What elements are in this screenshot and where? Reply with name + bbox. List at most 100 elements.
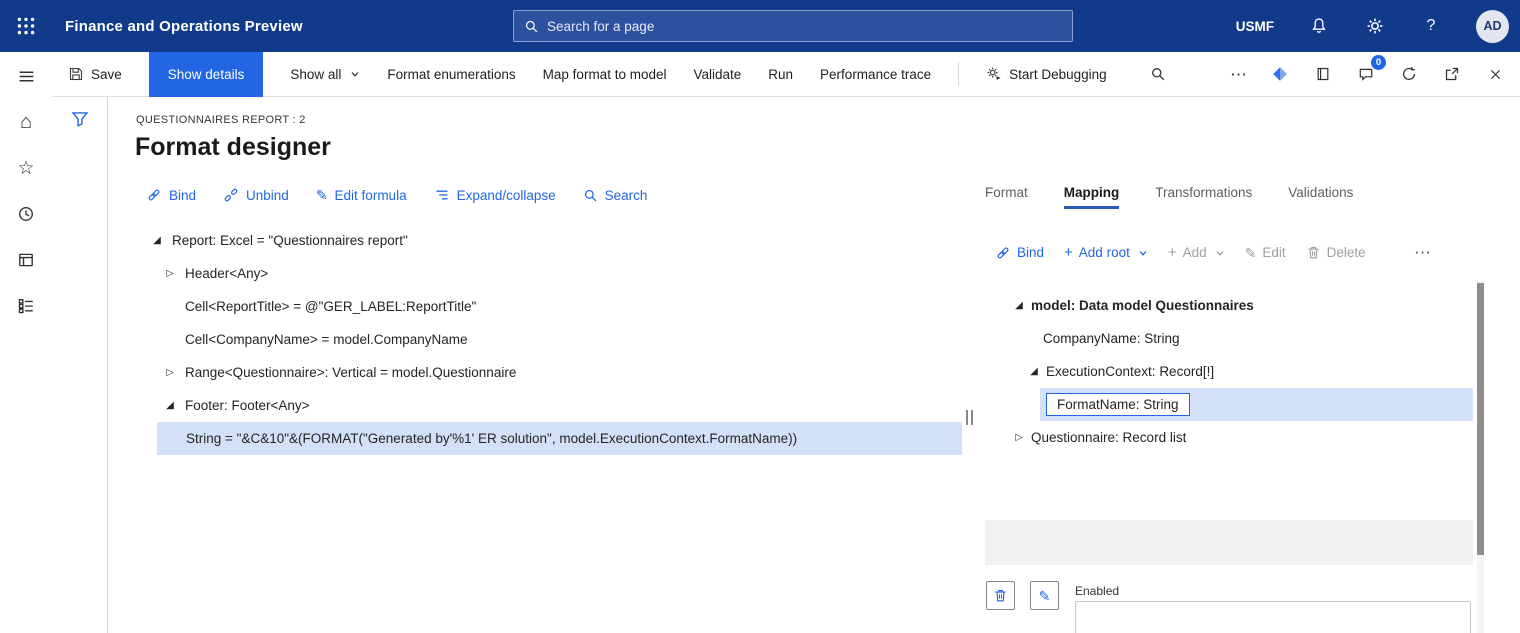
chevron-down-icon [1215, 248, 1225, 258]
map-format-to-model-button[interactable]: Map format to model [543, 67, 667, 82]
tab-transformations[interactable]: Transformations [1155, 185, 1252, 209]
tab-validations[interactable]: Validations [1288, 185, 1353, 209]
expanded-caret-icon[interactable]: ◢ [1028, 367, 1040, 377]
run-button[interactable]: Run [768, 67, 793, 82]
page-search-input[interactable] [547, 19, 1062, 34]
notifications-bell-icon[interactable] [1308, 15, 1330, 37]
format-tree-scrollbar[interactable] [966, 410, 973, 425]
user-avatar[interactable]: AD [1476, 10, 1509, 43]
save-icon [68, 66, 84, 82]
edit-button[interactable]: ✎ Edit [1245, 245, 1286, 260]
debug-gear-icon [986, 66, 1002, 82]
bind-link-icon [995, 245, 1011, 261]
home-icon[interactable]: ⌂ [20, 112, 32, 132]
format-node-label: Cell<CompanyName> = model.CompanyName [185, 332, 468, 347]
detail-delete-button[interactable] [986, 581, 1015, 610]
app-title: Finance and Operations Preview [65, 18, 303, 35]
help-guide-book-icon[interactable] [1312, 63, 1334, 85]
filter-funnel-icon[interactable] [71, 110, 89, 128]
add-label: Add [1183, 245, 1207, 260]
collapsed-caret-icon[interactable]: ▷ [163, 368, 177, 378]
format-tree-row[interactable]: ▷ Header<Any> [109, 257, 979, 290]
bind-link[interactable]: Bind [146, 187, 196, 203]
format-enumerations-button[interactable]: Format enumerations [387, 67, 515, 82]
detail-actions: ✎ [986, 581, 1059, 610]
expanded-caret-icon[interactable]: ◢ [1013, 301, 1025, 311]
model-tree-row-selected[interactable]: FormatName: String [1040, 388, 1473, 421]
model-node-label: Questionnaire: Record list [1031, 430, 1186, 445]
workspaces-form-icon[interactable] [17, 250, 35, 270]
recent-clock-icon[interactable] [17, 204, 35, 224]
save-button[interactable]: Save [68, 66, 122, 82]
show-details-button[interactable]: Show details [149, 52, 264, 97]
pencil-icon: ✎ [1039, 589, 1051, 603]
format-tree-row-selected[interactable]: String = "&C&10"&(FORMAT("Generated by'%… [157, 422, 962, 455]
trash-icon [993, 588, 1008, 603]
performance-trace-button[interactable]: Performance trace [820, 67, 931, 82]
format-tree-row[interactable]: ◢ Footer: Footer<Any> [109, 389, 979, 422]
mapping-more-commands-icon[interactable]: ⋯ [1414, 244, 1432, 261]
page-search-box[interactable] [513, 10, 1073, 42]
edit-formula-link[interactable]: ✎ Edit formula [316, 188, 407, 203]
model-tree-row[interactable]: CompanyName: String [985, 322, 1473, 355]
scrollbar-thumb[interactable] [1477, 283, 1484, 555]
tree-search-label: Search [605, 188, 648, 203]
unbind-link[interactable]: Unbind [223, 187, 289, 203]
format-tree-row[interactable]: ▷ Range<Questionnaire>: Vertical = model… [109, 356, 979, 389]
selected-node-box[interactable]: FormatName: String [1046, 393, 1190, 416]
model-tree-row[interactable]: ◢ model: Data model Questionnaires [985, 289, 1473, 322]
format-tree-row[interactable]: Cell<ReportTitle> = @"GER_LABEL:ReportTi… [109, 290, 979, 323]
help-question-icon[interactable]: ? [1420, 15, 1442, 37]
delete-label: Delete [1327, 245, 1366, 260]
more-commands-icon[interactable]: ⋯ [1230, 66, 1248, 83]
validate-button[interactable]: Validate [693, 67, 741, 82]
action-pane-divider [958, 62, 959, 86]
topbar-right-cluster: USMF ? AD [1236, 0, 1509, 52]
expand-collapse-link[interactable]: Expand/collapse [434, 187, 556, 203]
tab-mapping[interactable]: Mapping [1064, 185, 1120, 209]
app-launcher-waffle-icon[interactable] [0, 0, 52, 52]
show-all-dropdown[interactable]: Show all [290, 67, 360, 82]
refresh-icon[interactable] [1398, 63, 1420, 85]
modules-hierarchy-icon[interactable] [17, 296, 35, 316]
format-node-label: String = "&C&10"&(FORMAT("Generated by'%… [186, 431, 797, 446]
model-tree-row[interactable]: ▷ Questionnaire: Record list [985, 421, 1473, 454]
expanded-caret-icon[interactable]: ◢ [150, 236, 164, 246]
add-root-dropdown[interactable]: + Add root [1064, 245, 1148, 260]
mapping-more-wrapper: ⋯ [1414, 244, 1432, 261]
format-node-label: Report: Excel = "Questionnaires report" [172, 233, 408, 248]
tree-search-link[interactable]: Search [583, 188, 648, 203]
model-node-label: CompanyName: String [1043, 331, 1180, 346]
favorites-star-icon[interactable]: ☆ [17, 158, 34, 178]
add-dropdown[interactable]: + Add [1168, 245, 1225, 260]
format-tree-row[interactable]: ◢ Report: Excel = "Questionnaires report… [109, 224, 979, 257]
start-debugging-button[interactable]: Start Debugging [986, 66, 1107, 82]
format-tree-row[interactable]: Cell<CompanyName> = model.CompanyName [109, 323, 979, 356]
tab-format[interactable]: Format [985, 185, 1028, 209]
mapping-bind-link[interactable]: Bind [995, 245, 1044, 261]
nav-hamburger-icon[interactable] [18, 66, 35, 86]
add-root-label: Add root [1079, 245, 1130, 260]
settings-gear-icon[interactable] [1364, 15, 1386, 37]
expanded-caret-icon[interactable]: ◢ [163, 401, 177, 411]
detail-edit-button[interactable]: ✎ [1030, 581, 1059, 610]
model-tree-row[interactable]: ◢ ExecutionContext: Record[!] [985, 355, 1473, 388]
collapsed-caret-icon[interactable]: ▷ [1013, 433, 1025, 443]
details-separator-block [985, 520, 1473, 565]
collapsed-caret-icon[interactable]: ▷ [163, 269, 177, 279]
open-in-new-window-icon[interactable] [1441, 63, 1463, 85]
delete-button[interactable]: Delete [1306, 245, 1366, 260]
task-recorder-icon[interactable] [1269, 63, 1291, 85]
format-node-label: Range<Questionnaire>: Vertical = model.Q… [185, 365, 516, 380]
company-selector[interactable]: USMF [1236, 19, 1274, 34]
save-label: Save [91, 67, 122, 82]
app-window: Finance and Operations Preview USMF [0, 0, 1520, 633]
expand-collapse-label: Expand/collapse [457, 188, 556, 203]
close-icon[interactable] [1484, 63, 1506, 85]
enabled-field-label: Enabled [1075, 584, 1119, 598]
model-tree-scrollbar[interactable] [1477, 281, 1484, 633]
enabled-field[interactable] [1075, 601, 1471, 633]
filter-gutter [52, 97, 108, 633]
edit-formula-label: Edit formula [335, 188, 407, 203]
action-search-icon[interactable] [1147, 63, 1169, 85]
